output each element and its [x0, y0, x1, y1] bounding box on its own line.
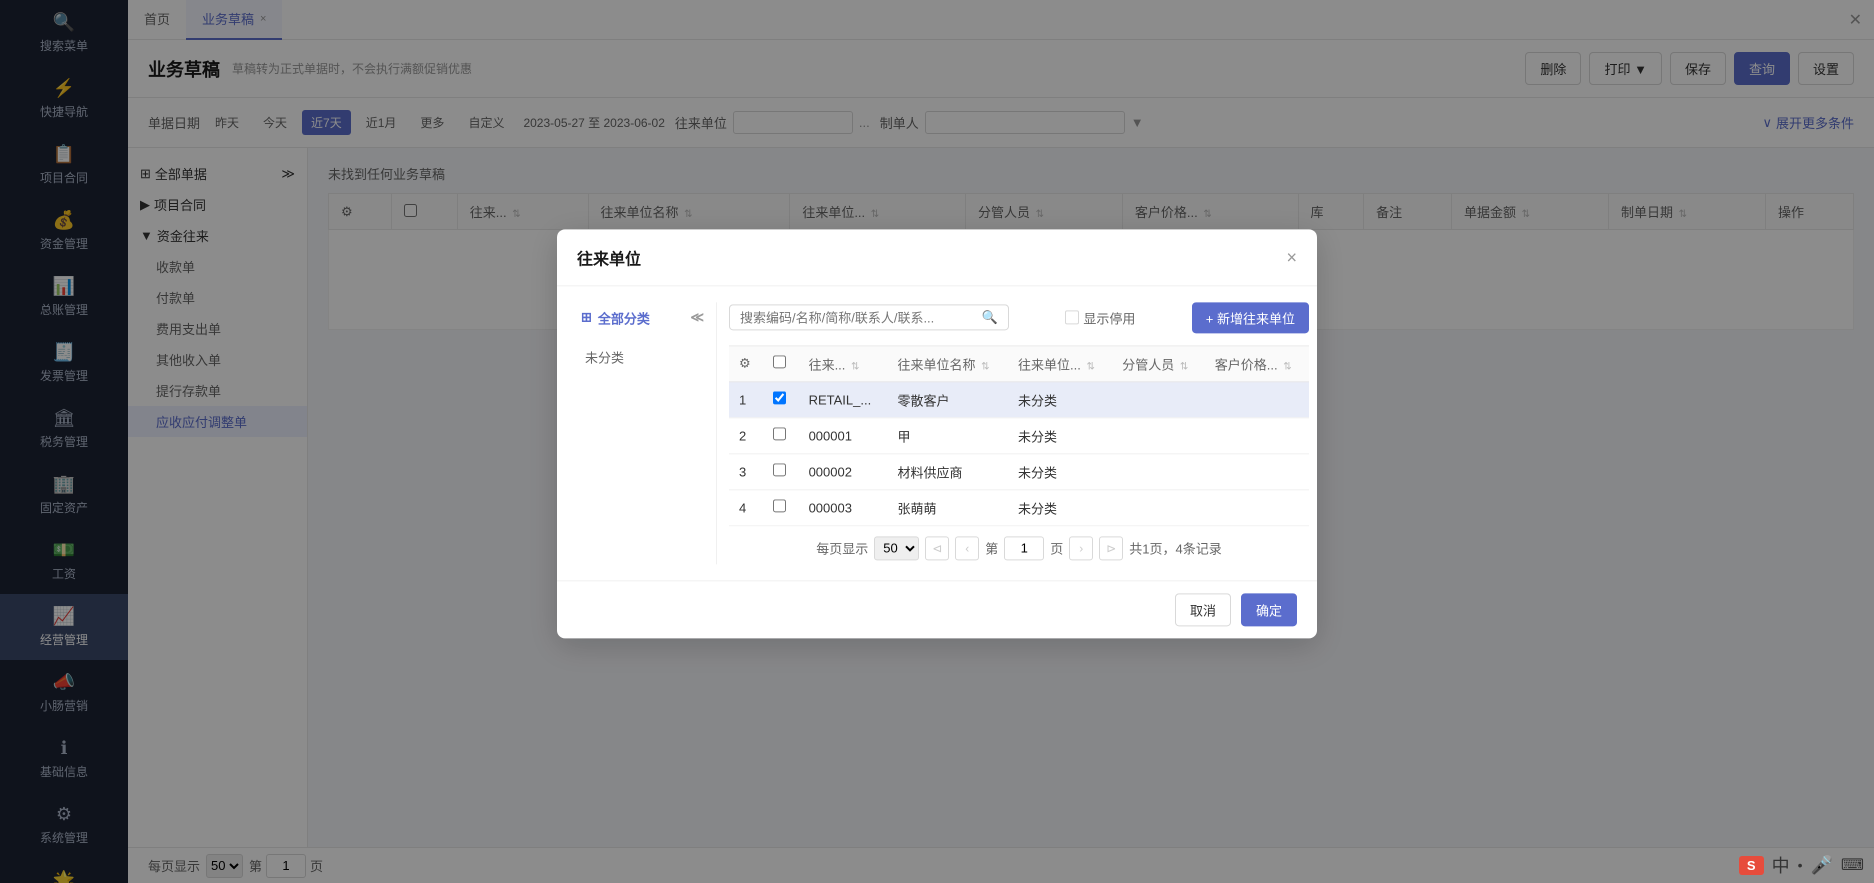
- dialog-close-icon[interactable]: ×: [1286, 248, 1297, 266]
- cell-checkbox: [763, 417, 799, 453]
- cell-checkbox: [763, 489, 799, 525]
- dialog-sidebar-item-uncategorized[interactable]: 未分类: [577, 341, 708, 372]
- cell-manager: [1112, 489, 1205, 525]
- table-scroll-area[interactable]: ⚙ 往来... ⇅ 往来单位名称 ⇅ 往来单位... ⇅ 分管人员 ⇅ 客户价格…: [729, 345, 1309, 526]
- cell-price: [1205, 417, 1309, 453]
- th-price: 客户价格... ⇅: [1205, 345, 1309, 381]
- dialog-title: 往来单位: [577, 245, 641, 269]
- confirm-button[interactable]: 确定: [1241, 593, 1297, 626]
- cell-row-num: 3: [729, 453, 763, 489]
- cell-row-num: 2: [729, 417, 763, 453]
- search-input[interactable]: [740, 310, 976, 325]
- cell-checkbox: [763, 453, 799, 489]
- cancel-button[interactable]: 取消: [1175, 593, 1231, 626]
- table-row[interactable]: 4 000003 张萌萌 未分类: [729, 489, 1309, 525]
- dot-icon: •: [1798, 857, 1803, 873]
- th-settings: ⚙: [729, 345, 763, 381]
- cell-settings: 1: [729, 381, 763, 417]
- cell-name: 甲: [887, 417, 1008, 453]
- first-page-btn[interactable]: ⊲: [925, 536, 949, 560]
- last-page-btn[interactable]: ⊳: [1099, 536, 1123, 560]
- cell-checkbox: [763, 381, 799, 417]
- dialog-sidebar-title: ⊞ 全部分类 ≪: [577, 302, 708, 333]
- sidebar-collapse-icon[interactable]: ≪: [690, 309, 704, 325]
- dialog-select-all[interactable]: [773, 355, 786, 368]
- mic-icon[interactable]: 🎤: [1810, 855, 1832, 876]
- cell-code: RETAIL_...: [799, 381, 888, 417]
- table-row[interactable]: 3 000002 材料供应商 未分类: [729, 453, 1309, 489]
- cell-code: 000002: [799, 453, 888, 489]
- per-page-select[interactable]: 50: [874, 536, 919, 560]
- cell-code: 000001: [799, 417, 888, 453]
- dialog-main: 🔍 显示停用 + 新增往来单位 ⚙: [717, 302, 1309, 564]
- cell-manager: [1112, 381, 1205, 417]
- th-checkbox: [763, 345, 799, 381]
- th-category: 往来单位... ⇅: [1008, 345, 1112, 381]
- brand-icon: S: [1739, 856, 1764, 875]
- table-row[interactable]: 1 RETAIL_... 零散客户 未分类: [729, 381, 1309, 417]
- dialog-footer: 取消 确定: [557, 580, 1317, 638]
- th-code: 往来... ⇅: [799, 345, 888, 381]
- cell-category: 未分类: [1008, 453, 1112, 489]
- cell-code: 000003: [799, 489, 888, 525]
- cell-manager: [1112, 417, 1205, 453]
- prev-page-btn[interactable]: ‹: [955, 536, 979, 560]
- chinese-icon[interactable]: 中: [1772, 852, 1790, 878]
- row-checkbox[interactable]: [773, 427, 786, 440]
- row-checkbox[interactable]: [773, 499, 786, 512]
- table-row[interactable]: 2 000001 甲 未分类: [729, 417, 1309, 453]
- cell-price: [1205, 489, 1309, 525]
- counterparty-table: ⚙ 往来... ⇅ 往来单位名称 ⇅ 往来单位... ⇅ 分管人员 ⇅ 客户价格…: [729, 345, 1309, 526]
- keyboard-icon[interactable]: ⌨: [1841, 855, 1864, 875]
- page-number-input[interactable]: [1004, 536, 1044, 560]
- grid-small-icon: ⊞: [581, 309, 592, 325]
- table-wrapper: ⚙ 往来... ⇅ 往来单位名称 ⇅ 往来单位... ⇅ 分管人员 ⇅ 客户价格…: [729, 345, 1309, 526]
- dialog-body: ⊞ 全部分类 ≪ 未分类 🔍 显示停用: [557, 286, 1317, 580]
- th-name: 往来单位名称 ⇅: [887, 345, 1008, 381]
- counterparty-dialog: 往来单位 × ⊞ 全部分类 ≪ 未分类: [557, 229, 1317, 638]
- dialog-pagination: 每页显示 50 ⊲ ‹ 第 页 › ⊳ 共1页，4条记录: [729, 526, 1309, 564]
- cell-name: 零散客户: [887, 381, 1008, 417]
- taskbar-bottom: S 中 • 🎤 ⌨: [1729, 847, 1874, 883]
- show-disabled-checkbox[interactable]: [1065, 310, 1079, 324]
- add-counterparty-button[interactable]: + 新增往来单位: [1192, 302, 1309, 333]
- th-manager: 分管人员 ⇅: [1112, 345, 1205, 381]
- next-page-btn[interactable]: ›: [1069, 536, 1093, 560]
- cell-category: 未分类: [1008, 417, 1112, 453]
- cell-price: [1205, 381, 1309, 417]
- search-box: 🔍: [729, 304, 1009, 330]
- dialog-layout: ⊞ 全部分类 ≪ 未分类 🔍 显示停用: [577, 302, 1297, 564]
- cell-row-num: 4: [729, 489, 763, 525]
- row-checkbox[interactable]: [773, 391, 786, 404]
- row-checkbox[interactable]: [773, 463, 786, 476]
- cell-category: 未分类: [1008, 489, 1112, 525]
- dialog-sidebar: ⊞ 全部分类 ≪ 未分类: [577, 302, 717, 564]
- cell-manager: [1112, 453, 1205, 489]
- cell-name: 张萌萌: [887, 489, 1008, 525]
- search-icon-dialog: 🔍: [982, 309, 998, 325]
- show-disabled: 显示停用: [1065, 308, 1135, 327]
- cell-category: 未分类: [1008, 381, 1112, 417]
- cell-name: 材料供应商: [887, 453, 1008, 489]
- dialog-header: 往来单位 ×: [557, 229, 1317, 286]
- cell-price: [1205, 453, 1309, 489]
- dialog-toolbar: 🔍 显示停用 + 新增往来单位: [729, 302, 1309, 333]
